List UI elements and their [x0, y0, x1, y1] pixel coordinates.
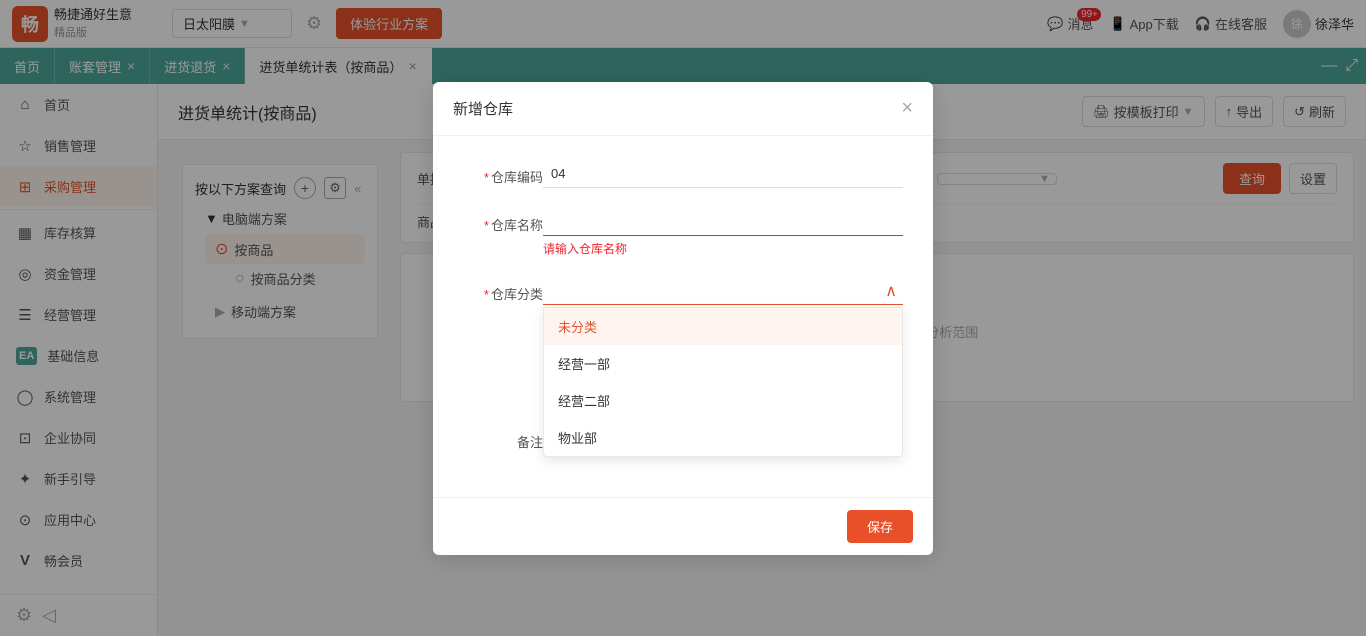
category-label: *仓库分类: [463, 277, 543, 303]
name-field: 请输入仓库名称: [543, 208, 903, 257]
dropdown-item-property[interactable]: 物业部: [544, 419, 902, 456]
category-dropdown: 未分类 经营一部 经营二部 物业部: [543, 307, 903, 457]
modal-body: *仓库编码 *仓库名称 请输入仓库名称 *仓库分类: [433, 136, 933, 497]
modal-title: 新增仓库: [453, 98, 513, 119]
category-row: *仓库分类 ∧ 未分类 经营一部 经营二部 物业部: [463, 277, 903, 305]
dropdown-item-dept1[interactable]: 经营一部: [544, 345, 902, 382]
dropdown-item-dept2[interactable]: 经营二部: [544, 382, 902, 419]
code-label: *仓库编码: [463, 160, 543, 186]
modal-header: 新增仓库 ×: [433, 82, 933, 136]
category-field: ∧ 未分类 经营一部 经营二部 物业部: [543, 277, 903, 305]
note-label: 备注: [463, 425, 543, 451]
name-input[interactable]: [543, 208, 903, 236]
category-arrow-icon[interactable]: ∧: [885, 281, 897, 301]
modal-footer: 保存: [433, 497, 933, 555]
modal-overlay: 新增仓库 × *仓库编码 *仓库名称 请输入仓库名称: [0, 0, 1366, 636]
code-input[interactable]: [543, 160, 903, 188]
name-error-msg: 请输入仓库名称: [543, 240, 903, 257]
code-row: *仓库编码: [463, 160, 903, 188]
save-button[interactable]: 保存: [847, 510, 913, 543]
dropdown-item-uncategorized[interactable]: 未分类: [544, 308, 902, 345]
category-select-wrap: ∧: [543, 277, 903, 305]
name-label: *仓库名称: [463, 208, 543, 234]
code-field: [543, 160, 903, 188]
name-row: *仓库名称 请输入仓库名称: [463, 208, 903, 257]
add-warehouse-modal: 新增仓库 × *仓库编码 *仓库名称 请输入仓库名称: [433, 82, 933, 555]
modal-close-button[interactable]: ×: [901, 98, 913, 118]
category-input[interactable]: [543, 277, 903, 305]
